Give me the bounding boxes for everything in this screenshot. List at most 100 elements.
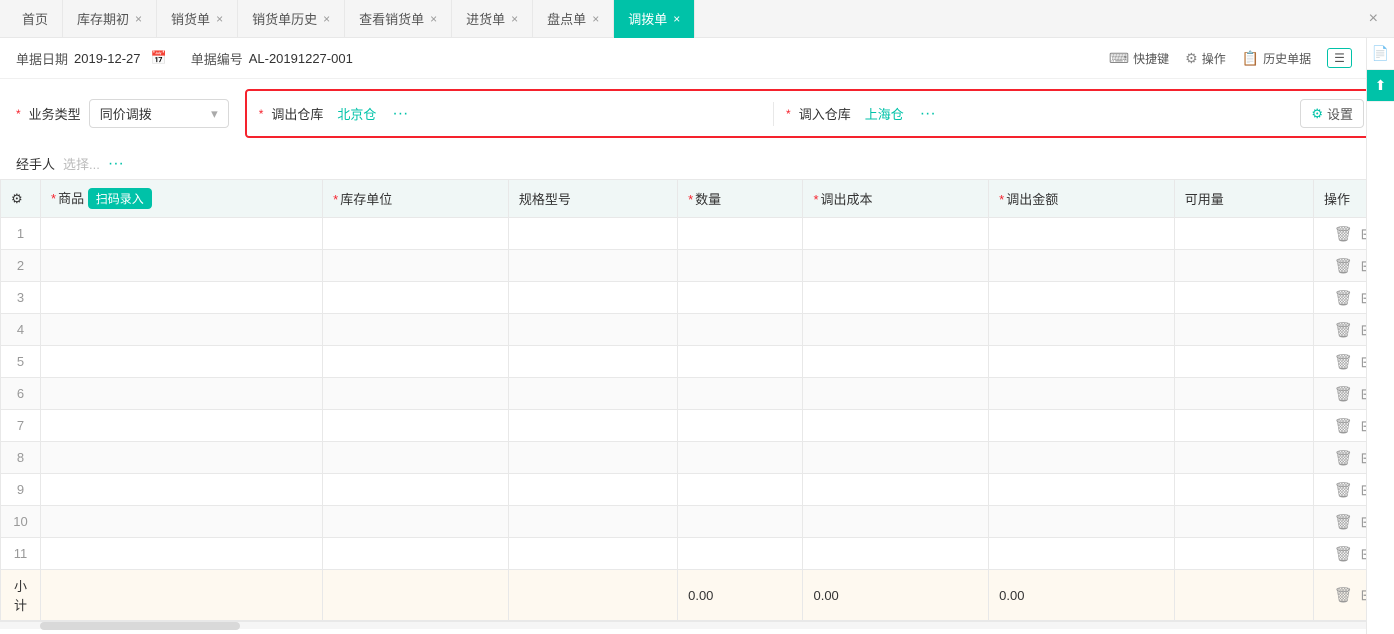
cell-unit-2[interactable] (323, 250, 509, 282)
cell-product-9[interactable] (41, 474, 323, 506)
cell-product-10[interactable] (41, 506, 323, 538)
scan-button[interactable]: 扫码录入 (88, 188, 152, 209)
history-btn[interactable]: 📋 历史单据 (1242, 50, 1311, 67)
handler-more-btn[interactable]: ··· (108, 155, 124, 173)
delete-row-icon[interactable]: 🗑 (1334, 386, 1353, 403)
tab-view-sales[interactable]: 查看销货单 × (345, 0, 452, 38)
cell-amount-4[interactable] (989, 314, 1175, 346)
tab-sales-order[interactable]: 销货单 × (157, 0, 238, 38)
cell-cost-9[interactable] (803, 474, 989, 506)
cell-amount-7[interactable] (989, 410, 1175, 442)
cell-cost-7[interactable] (803, 410, 989, 442)
cell-cost-1[interactable] (803, 218, 989, 250)
cell-cost-10[interactable] (803, 506, 989, 538)
cell-spec-2[interactable] (508, 250, 677, 282)
cell-qty-9[interactable] (678, 474, 803, 506)
cell-amount-5[interactable] (989, 346, 1175, 378)
cell-spec-3[interactable] (508, 282, 677, 314)
cell-qty-5[interactable] (678, 346, 803, 378)
col-settings[interactable]: ⚙ (1, 180, 41, 218)
close-tab-sales-order[interactable]: × (216, 12, 223, 26)
cell-unit-5[interactable] (323, 346, 509, 378)
sidebar-doc-icon[interactable]: 📄 (1367, 38, 1394, 70)
cell-qty-7[interactable] (678, 410, 803, 442)
scrollbar-thumb[interactable] (40, 622, 240, 630)
handler-select[interactable]: 选择... (63, 154, 100, 173)
cell-spec-7[interactable] (508, 410, 677, 442)
cell-available-1[interactable] (1174, 218, 1313, 250)
calendar-icon[interactable]: 📅 (151, 50, 167, 66)
cell-unit-11[interactable] (323, 538, 509, 570)
cell-available-9[interactable] (1174, 474, 1313, 506)
cell-unit-3[interactable] (323, 282, 509, 314)
cell-spec-9[interactable] (508, 474, 677, 506)
cell-spec-4[interactable] (508, 314, 677, 346)
delete-row-icon[interactable]: 🗑 (1334, 514, 1353, 531)
cell-spec-11[interactable] (508, 538, 677, 570)
cell-qty-2[interactable] (678, 250, 803, 282)
tab-home[interactable]: 首页 (8, 0, 63, 38)
cell-amount-10[interactable] (989, 506, 1175, 538)
close-tab-inventory-init[interactable]: × (135, 12, 142, 26)
cell-qty-11[interactable] (678, 538, 803, 570)
shortcut-btn[interactable]: ⌨ 快捷键 (1109, 50, 1169, 67)
cell-unit-4[interactable] (323, 314, 509, 346)
cell-cost-5[interactable] (803, 346, 989, 378)
close-tab-view-sales[interactable]: × (430, 12, 437, 26)
cell-unit-8[interactable] (323, 442, 509, 474)
cell-qty-6[interactable] (678, 378, 803, 410)
delete-row-icon[interactable]: 🗑 (1334, 290, 1353, 307)
cell-qty-8[interactable] (678, 442, 803, 474)
close-tab-transfer-order[interactable]: × (673, 12, 680, 26)
tab-purchase-order[interactable]: 进货单 × (452, 0, 533, 38)
cell-cost-8[interactable] (803, 442, 989, 474)
biz-type-select[interactable]: 同价调拨 ▾ (89, 99, 229, 128)
delete-subtotal-icon[interactable]: 🗑 (1334, 587, 1353, 604)
cell-available-8[interactable] (1174, 442, 1313, 474)
sidebar-export-icon[interactable]: ⬆ (1367, 70, 1394, 102)
cell-cost-6[interactable] (803, 378, 989, 410)
close-tab-sales-history[interactable]: × (323, 12, 330, 26)
cell-cost-4[interactable] (803, 314, 989, 346)
cell-qty-1[interactable] (678, 218, 803, 250)
cell-product-7[interactable] (41, 410, 323, 442)
cell-amount-9[interactable] (989, 474, 1175, 506)
cell-product-6[interactable] (41, 378, 323, 410)
operations-btn[interactable]: ⚙ 操作 (1185, 50, 1226, 67)
delete-row-icon[interactable]: 🗑 (1334, 226, 1353, 243)
cell-product-8[interactable] (41, 442, 323, 474)
cell-unit-9[interactable] (323, 474, 509, 506)
delete-row-icon[interactable]: 🗑 (1334, 482, 1353, 499)
delete-row-icon[interactable]: 🗑 (1334, 450, 1353, 467)
cell-amount-2[interactable] (989, 250, 1175, 282)
cell-qty-3[interactable] (678, 282, 803, 314)
cell-available-4[interactable] (1174, 314, 1313, 346)
out-warehouse-more-btn[interactable]: ··· (392, 105, 408, 123)
cell-qty-4[interactable] (678, 314, 803, 346)
delete-row-icon[interactable]: 🗑 (1334, 418, 1353, 435)
cell-available-3[interactable] (1174, 282, 1313, 314)
cell-available-5[interactable] (1174, 346, 1313, 378)
cell-spec-10[interactable] (508, 506, 677, 538)
cell-product-5[interactable] (41, 346, 323, 378)
cell-spec-6[interactable] (508, 378, 677, 410)
cell-available-6[interactable] (1174, 378, 1313, 410)
tab-inventory-check[interactable]: 盘点单 × (533, 0, 614, 38)
tab-inventory-init[interactable]: 库存期初 × (63, 0, 157, 38)
tab-transfer-order[interactable]: 调拨单 × (614, 0, 695, 38)
cell-cost-2[interactable] (803, 250, 989, 282)
cell-amount-8[interactable] (989, 442, 1175, 474)
close-tab-purchase-order[interactable]: × (511, 12, 518, 26)
settings-btn[interactable]: ⚙ 设置 (1300, 99, 1364, 128)
cell-qty-10[interactable] (678, 506, 803, 538)
tab-sales-history[interactable]: 销货单历史 × (238, 0, 345, 38)
cell-product-11[interactable] (41, 538, 323, 570)
close-tab-inventory-check[interactable]: × (592, 12, 599, 26)
delete-row-icon[interactable]: 🗑 (1334, 322, 1353, 339)
delete-row-icon[interactable]: 🗑 (1334, 546, 1353, 563)
cell-unit-1[interactable] (323, 218, 509, 250)
scrollbar-area[interactable] (0, 621, 1394, 629)
cell-unit-6[interactable] (323, 378, 509, 410)
cell-unit-10[interactable] (323, 506, 509, 538)
delete-row-icon[interactable]: 🗑 (1334, 258, 1353, 275)
